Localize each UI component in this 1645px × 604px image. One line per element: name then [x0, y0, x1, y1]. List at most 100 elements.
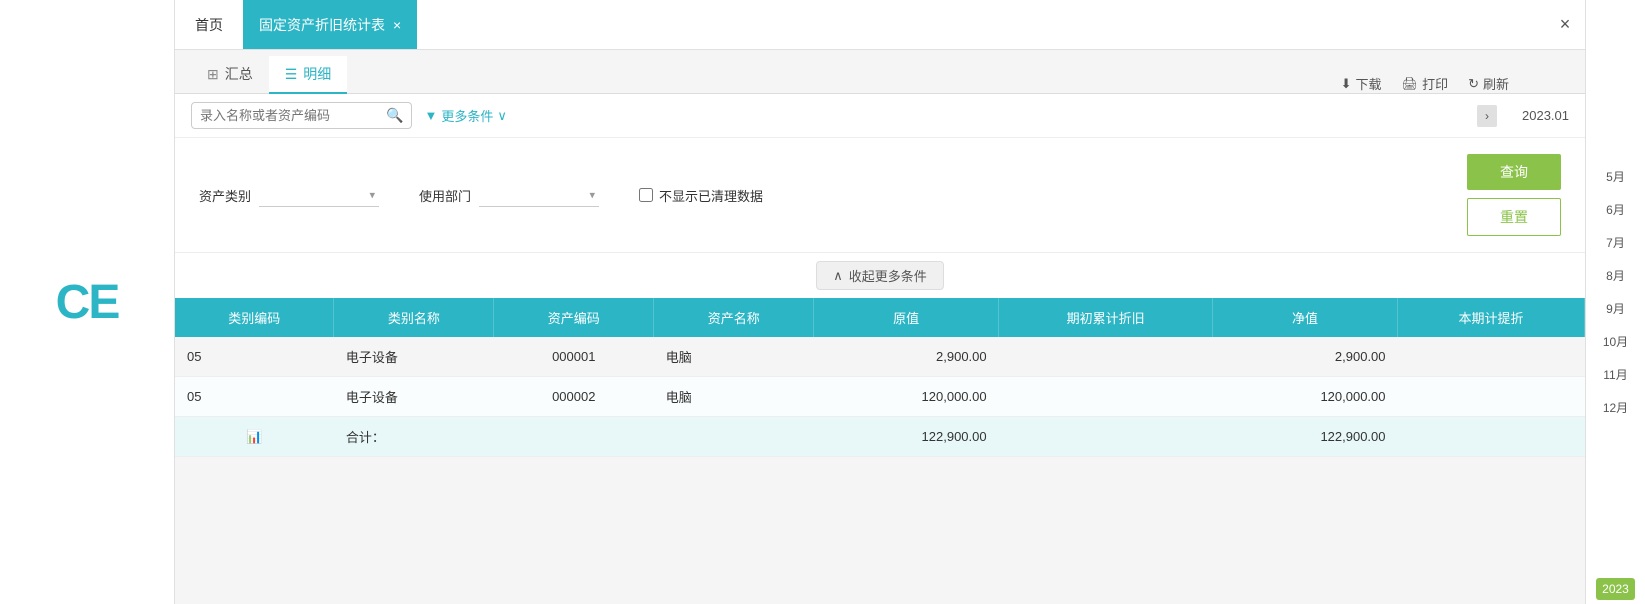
table-row: 05 电子设备 000002 电脑 120,000.00 120,000.00 — [175, 377, 1585, 417]
total-label: 合计： — [334, 417, 814, 457]
print-button[interactable]: 🖨 打印 — [1402, 74, 1449, 93]
cell-category-name: 电子设备 — [334, 337, 494, 377]
col-current-depreciation: 本期计提折 — [1398, 298, 1585, 337]
tab-summary[interactable]: ⊞ 汇总 — [191, 56, 269, 94]
col-original-value: 原值 — [814, 298, 999, 337]
sidebar-bottom: 2023 — [1596, 424, 1635, 604]
sidebar-month-item[interactable]: 11月 — [1603, 358, 1628, 391]
date-display: 2023.01 — [1509, 108, 1569, 123]
logo: CE — [0, 0, 175, 604]
sidebar-month-item[interactable]: 7月 — [1603, 226, 1628, 259]
total-net-value: 122,900.00 — [1213, 417, 1398, 457]
collapse-bar: ∧ 收起更多条件 — [175, 253, 1585, 298]
total-cumulative-dep — [999, 417, 1213, 457]
search-icon: 🔍 — [386, 107, 403, 124]
department-label: 使用部门 — [419, 186, 471, 205]
col-category-code: 类别编码 — [175, 298, 334, 337]
cell-original-value: 120,000.00 — [814, 377, 999, 417]
cell-category-code: 05 — [175, 377, 334, 417]
total-icon: 📊 — [175, 417, 334, 457]
cell-cumulative-dep — [999, 337, 1213, 377]
logo-text: CE — [56, 275, 119, 330]
tab-actions: ⬇ 下载 🖨 打印 ↻ 刷新 — [1341, 74, 1569, 93]
asset-category-label: 资产类别 — [199, 186, 251, 205]
toolbar-tabs: ⊞ 汇总 ☰ 明细 ⬇ 下载 🖨 打印 ↻ 刷新 — [175, 50, 1585, 94]
sidebar-month-item[interactable]: 12月 — [1603, 391, 1628, 424]
cell-current-dep — [1398, 377, 1585, 417]
tab-summary-label: 汇总 — [225, 64, 253, 84]
main-table: 类别编码 类别名称 资产编码 资产名称 原值 期初累计折旧 净值 本期计提折 0… — [175, 298, 1585, 457]
search-input-wrap[interactable]: 🔍 — [191, 102, 412, 129]
cell-cumulative-dep — [999, 377, 1213, 417]
cell-current-dep — [1398, 337, 1585, 377]
close-icon[interactable]: × — [393, 17, 401, 33]
download-icon: ⬇ — [1341, 76, 1352, 92]
cell-asset-code: 000002 — [494, 377, 654, 417]
detail-icon: ☰ — [285, 66, 298, 83]
sidebar-month-item[interactable]: 9月 — [1603, 292, 1628, 325]
table-container: 类别编码 类别名称 资产编码 资产名称 原值 期初累计折旧 净值 本期计提折 0… — [175, 298, 1585, 604]
table-header-row: 类别编码 类别名称 资产编码 资产名称 原值 期初累计折旧 净值 本期计提折 — [175, 298, 1585, 337]
department-select[interactable] — [479, 183, 599, 207]
cell-category-name: 电子设备 — [334, 377, 494, 417]
no-cleared-label: 不显示已清理数据 — [659, 186, 763, 205]
main-tab[interactable]: 固定资产折旧统计表 × — [243, 0, 417, 49]
collapse-icon: ∧ — [833, 268, 843, 284]
sidebar-month-item[interactable]: 10月 — [1603, 325, 1628, 358]
search-input[interactable] — [200, 108, 380, 123]
sidebar-month-item[interactable]: 5月 — [1603, 160, 1628, 193]
cell-category-code: 05 — [175, 337, 334, 377]
cell-net-value: 120,000.00 — [1213, 377, 1398, 417]
department-select-wrap[interactable] — [479, 183, 599, 207]
col-net-value: 净值 — [1213, 298, 1398, 337]
sidebar-month-item[interactable]: 8月 — [1603, 259, 1628, 292]
collapse-button[interactable]: ∧ 收起更多条件 — [816, 261, 944, 290]
tab-detail[interactable]: ☰ 明细 — [269, 56, 348, 94]
department-filter: 使用部门 — [419, 183, 599, 207]
cell-original-value: 2,900.00 — [814, 337, 999, 377]
right-sidebar: 5月6月7月8月9月10月11月12月 2023 — [1585, 0, 1645, 604]
table-row: 05 电子设备 000001 电脑 2,900.00 2,900.00 — [175, 337, 1585, 377]
col-asset-name: 资产名称 — [654, 298, 814, 337]
sidebar-months: 5月6月7月8月9月10月11月12月 — [1603, 160, 1628, 424]
filter-icon: ▼ — [424, 108, 437, 123]
no-cleared-checkbox[interactable] — [639, 188, 653, 202]
filter-area: 资产类别 使用部门 不显示已清理数据 — [175, 138, 1585, 253]
reset-button[interactable]: 重置 — [1467, 198, 1561, 236]
more-conditions-label: 更多条件 — [441, 106, 493, 125]
asset-category-select-wrap[interactable] — [259, 183, 379, 207]
refresh-label: 刷新 — [1483, 74, 1509, 93]
col-category-name: 类别名称 — [334, 298, 494, 337]
asset-category-filter: 资产类别 — [199, 183, 379, 207]
tab-label: 固定资产折旧统计表 — [259, 15, 385, 35]
total-current-dep — [1398, 417, 1585, 457]
more-conditions-button[interactable]: ▼ 更多条件 ∨ — [424, 106, 506, 125]
cell-asset-name: 电脑 — [654, 377, 814, 417]
download-button[interactable]: ⬇ 下载 — [1341, 74, 1382, 93]
sidebar-year[interactable]: 2023 — [1596, 578, 1635, 600]
print-icon: 🖨 — [1402, 76, 1419, 92]
print-label: 打印 — [1422, 74, 1448, 93]
total-row: 📊 合计： 122,900.00 122,900.00 — [175, 417, 1585, 457]
collapse-right-button[interactable]: › — [1477, 105, 1497, 127]
col-cumulative-depreciation: 期初累计折旧 — [999, 298, 1213, 337]
cell-net-value: 2,900.00 — [1213, 337, 1398, 377]
cell-asset-code: 000001 — [494, 337, 654, 377]
asset-category-select[interactable] — [259, 183, 379, 207]
col-asset-code: 资产编码 — [494, 298, 654, 337]
refresh-button[interactable]: ↻ 刷新 — [1468, 74, 1509, 93]
search-bar: 🔍 ▼ 更多条件 ∨ › 2023.01 — [175, 94, 1585, 138]
window-close-icon[interactable]: × — [1545, 14, 1585, 35]
download-label: 下载 — [1356, 74, 1382, 93]
summary-icon: ⊞ — [207, 66, 219, 83]
home-tab[interactable]: 首页 — [175, 0, 243, 49]
collapse-label: 收起更多条件 — [849, 266, 927, 285]
no-cleared-checkbox-wrap[interactable]: 不显示已清理数据 — [639, 186, 763, 205]
cell-asset-name: 电脑 — [654, 337, 814, 377]
sidebar-month-item[interactable]: 6月 — [1603, 193, 1628, 226]
refresh-icon: ↻ — [1468, 76, 1479, 92]
query-button[interactable]: 查询 — [1467, 154, 1561, 190]
top-nav: 首页 固定资产折旧统计表 × × — [175, 0, 1585, 50]
chevron-down-icon: ∨ — [497, 108, 507, 124]
tab-detail-label: 明细 — [303, 64, 331, 84]
